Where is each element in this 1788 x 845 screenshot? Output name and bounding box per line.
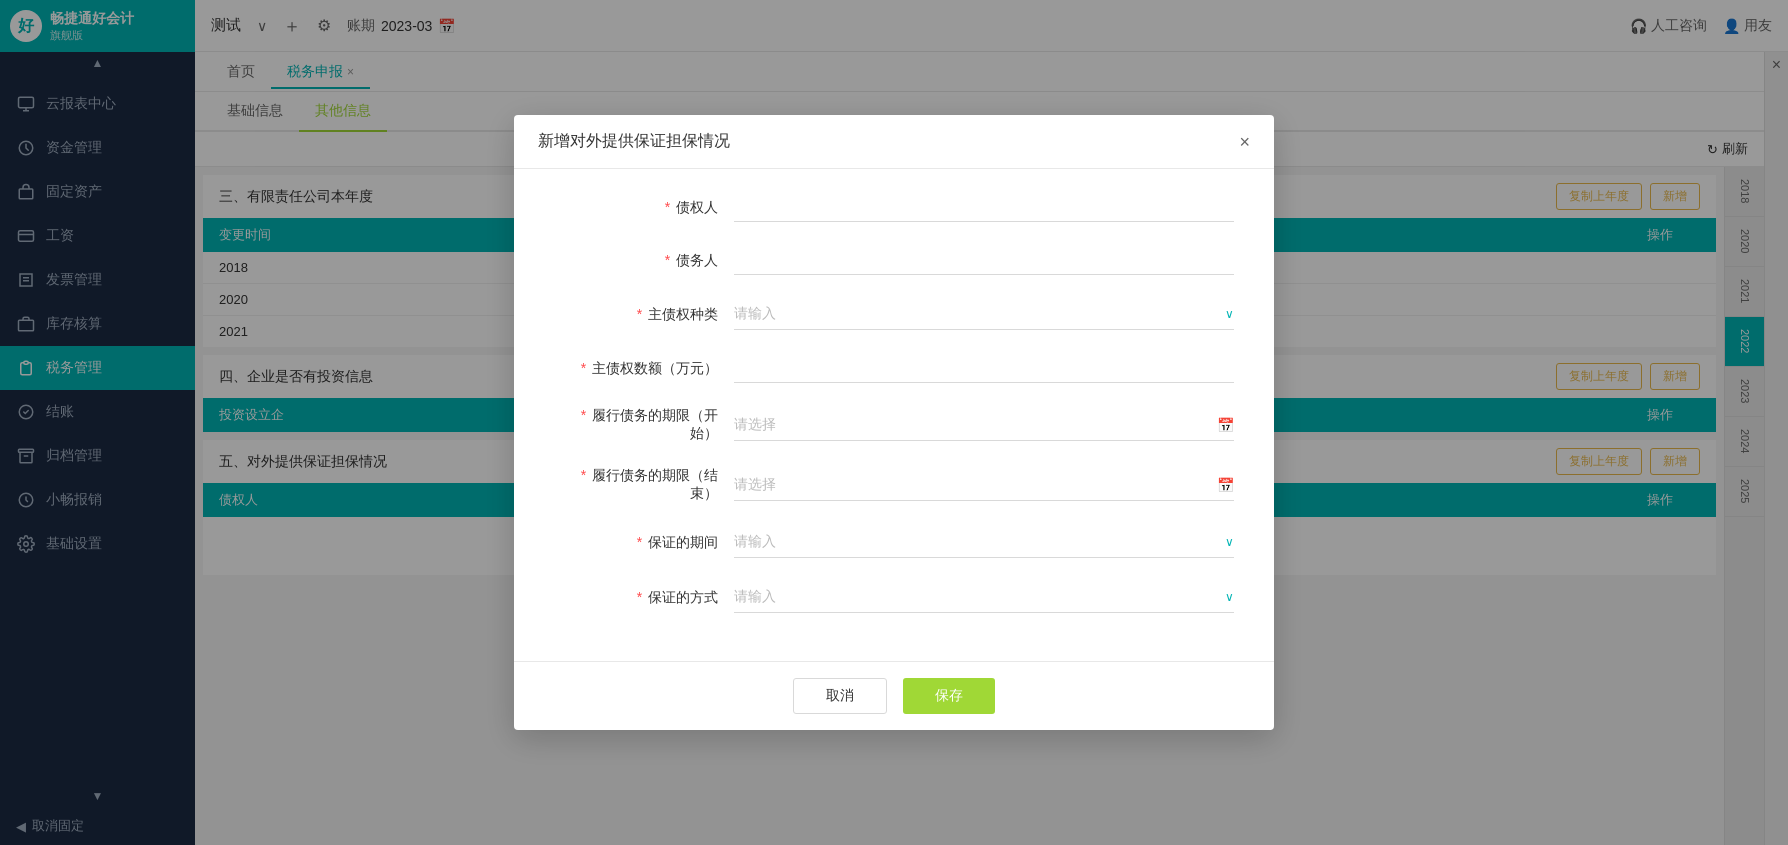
- period-end-label: * 履行债务的期限（结束）: [554, 467, 734, 503]
- claim-amount-label: * 主债权数额（万元）: [554, 360, 734, 378]
- save-button[interactable]: 保存: [903, 678, 995, 714]
- guarantee-method-label-text: 保证的方式: [648, 589, 718, 605]
- form-row-creditor: * 债权人: [554, 193, 1234, 222]
- period-end-date-picker[interactable]: 请选择 📅: [734, 470, 1234, 501]
- guarantee-period-select[interactable]: 请输入 ∨: [734, 527, 1234, 558]
- guarantee-period-label-text: 保证的期间: [648, 534, 718, 550]
- period-end-placeholder: 请选择: [734, 476, 776, 494]
- claim-amount-control: [734, 354, 1234, 383]
- debtor-label: * 债务人: [554, 252, 734, 270]
- modal-footer: 取消 保存: [514, 661, 1274, 730]
- form-row-guarantee-period: * 保证的期间 请输入 ∨: [554, 527, 1234, 558]
- creditor-label: * 债权人: [554, 199, 734, 217]
- cancel-button[interactable]: 取消: [793, 678, 887, 714]
- claim-amount-input[interactable]: [734, 354, 1234, 383]
- modal-close-button[interactable]: ×: [1239, 133, 1250, 151]
- creditor-label-text: 债权人: [676, 199, 718, 215]
- guarantee-period-label: * 保证的期间: [554, 534, 734, 552]
- creditor-input[interactable]: [734, 193, 1234, 222]
- guarantee-method-required-mark: *: [637, 589, 642, 605]
- form-row-period-start: * 履行债务的期限（开始） 请选择 📅: [554, 407, 1234, 443]
- period-start-label: * 履行债务的期限（开始）: [554, 407, 734, 443]
- period-end-control: 请选择 📅: [734, 470, 1234, 501]
- debtor-control: [734, 246, 1234, 275]
- guarantee-period-control: 请输入 ∨: [734, 527, 1234, 558]
- debtor-label-text: 债务人: [676, 252, 718, 268]
- form-row-claim-type: * 主债权种类 请输入 ∨: [554, 299, 1234, 330]
- period-start-control: 请选择 📅: [734, 410, 1234, 441]
- period-end-required-mark: *: [581, 467, 586, 483]
- form-row-claim-amount: * 主债权数额（万元）: [554, 354, 1234, 383]
- period-start-placeholder: 请选择: [734, 416, 776, 434]
- guarantee-method-control: 请输入 ∨: [734, 582, 1234, 613]
- modal-header: 新增对外提供保证担保情况 ×: [514, 115, 1274, 169]
- debtor-input[interactable]: [734, 246, 1234, 275]
- guarantee-period-arrow-icon: ∨: [1225, 535, 1234, 549]
- guarantee-method-label: * 保证的方式: [554, 589, 734, 607]
- period-end-label-text: 履行债务的期限（结束）: [592, 467, 718, 501]
- claim-type-label: * 主债权种类: [554, 306, 734, 324]
- debtor-required-mark: *: [665, 252, 670, 268]
- period-start-label-text: 履行债务的期限（开始）: [592, 407, 718, 441]
- claim-type-control: 请输入 ∨: [734, 299, 1234, 330]
- form-row-debtor: * 债务人: [554, 246, 1234, 275]
- modal-body: * 债权人 * 债务人 *: [514, 169, 1274, 661]
- claim-type-placeholder: 请输入: [734, 305, 776, 323]
- modal-overlay: 新增对外提供保证担保情况 × * 债权人 * 债务人: [0, 0, 1788, 845]
- period-start-date-picker[interactable]: 请选择 📅: [734, 410, 1234, 441]
- period-start-calendar-icon[interactable]: 📅: [1217, 417, 1234, 433]
- guarantee-method-placeholder: 请输入: [734, 588, 776, 606]
- period-end-calendar-icon[interactable]: 📅: [1217, 477, 1234, 493]
- guarantee-period-required-mark: *: [637, 534, 642, 550]
- claim-type-arrow-icon: ∨: [1225, 307, 1234, 321]
- creditor-control: [734, 193, 1234, 222]
- creditor-required-mark: *: [665, 199, 670, 215]
- guarantee-period-placeholder: 请输入: [734, 533, 776, 551]
- claim-type-select[interactable]: 请输入 ∨: [734, 299, 1234, 330]
- guarantee-method-select[interactable]: 请输入 ∨: [734, 582, 1234, 613]
- claim-amount-required-mark: *: [581, 360, 586, 376]
- claim-amount-label-text: 主债权数额（万元）: [592, 360, 718, 376]
- modal-title: 新增对外提供保证担保情况: [538, 131, 730, 152]
- modal-dialog: 新增对外提供保证担保情况 × * 债权人 * 债务人: [514, 115, 1274, 730]
- form-row-guarantee-method: * 保证的方式 请输入 ∨: [554, 582, 1234, 613]
- guarantee-method-arrow-icon: ∨: [1225, 590, 1234, 604]
- period-start-required-mark: *: [581, 407, 586, 423]
- claim-type-required-mark: *: [637, 306, 642, 322]
- claim-type-label-text: 主债权种类: [648, 306, 718, 322]
- form-row-period-end: * 履行债务的期限（结束） 请选择 📅: [554, 467, 1234, 503]
